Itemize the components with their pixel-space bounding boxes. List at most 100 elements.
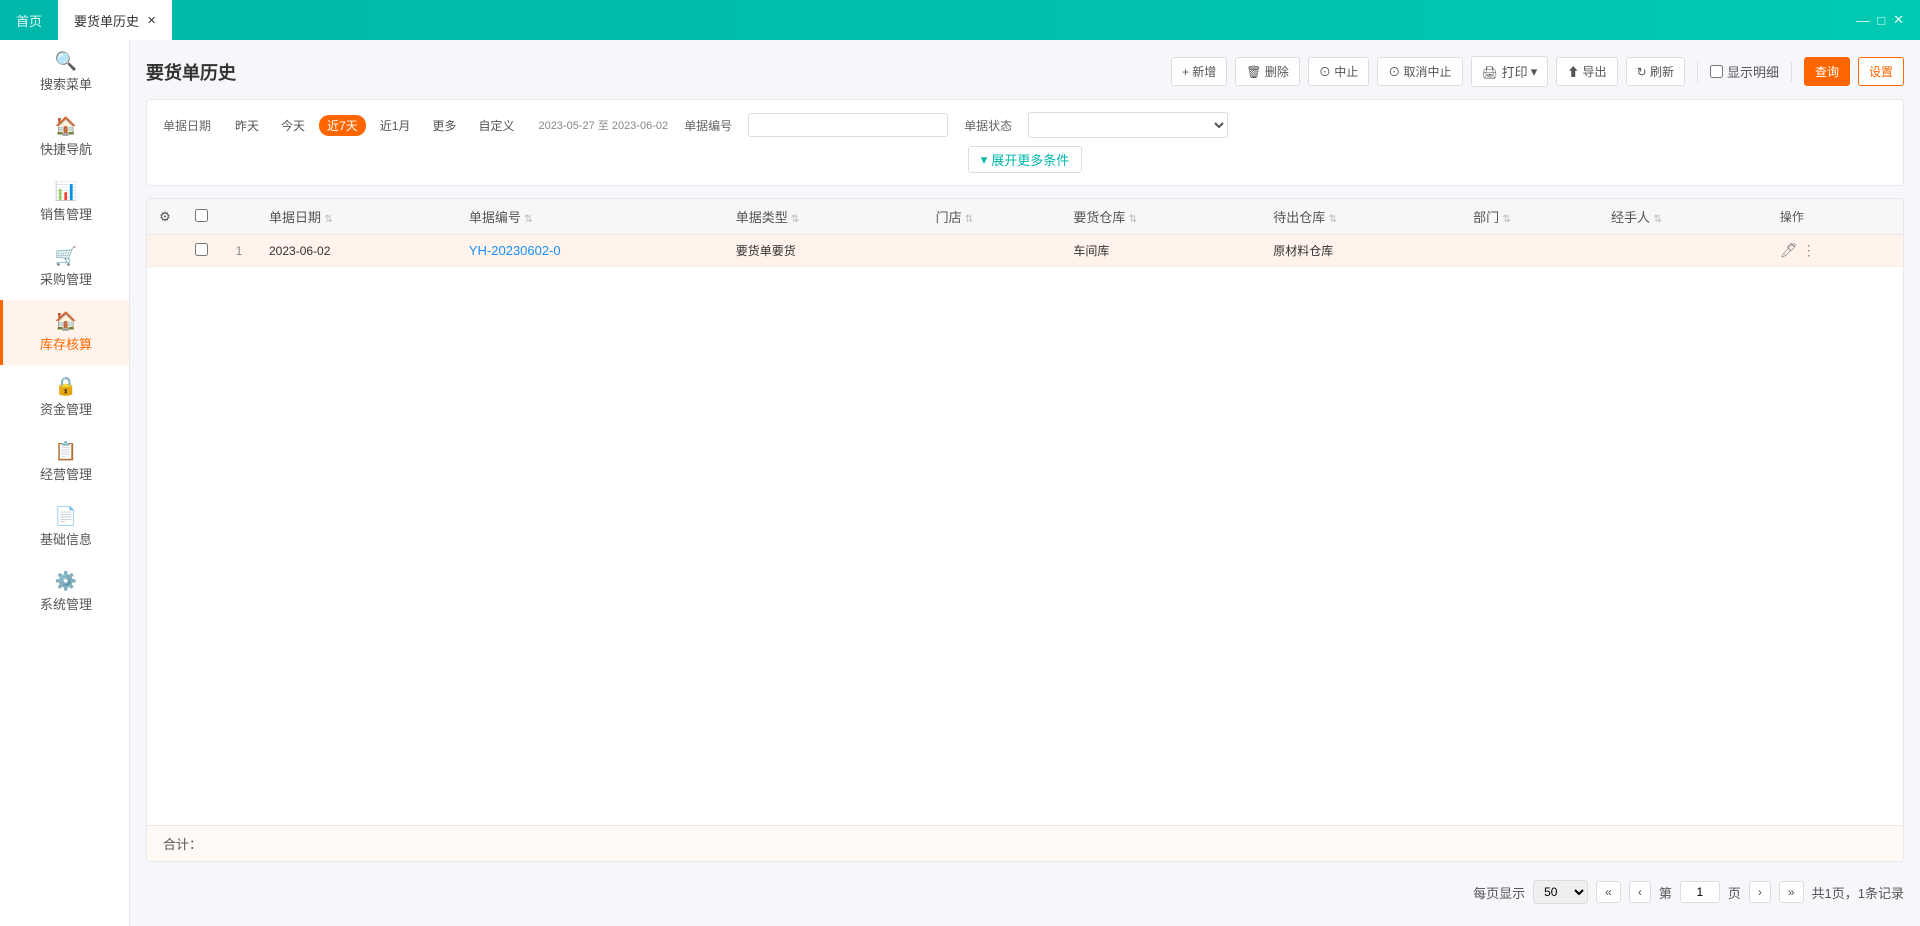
sort-pendwh-icon: ⇅ xyxy=(1329,214,1337,225)
content-area: 要货单历史 + 新增 🗑 删除 ⊙ 中止 ⊙ 取消中止 🖨 打印 ▾ ⬆ 导出 … xyxy=(130,40,1920,926)
first-page-button[interactable]: « xyxy=(1596,881,1621,903)
quick-nav-icon: 🏠 xyxy=(55,117,77,135)
date-btn-more[interactable]: 更多 xyxy=(424,115,464,136)
refresh-button[interactable]: ↻ 刷新 xyxy=(1626,57,1685,86)
page-size-label: 每页显示 xyxy=(1473,883,1525,902)
td-dept xyxy=(1463,235,1601,267)
sort-docno-icon: ⇅ xyxy=(524,214,532,225)
sidebar-item-search-menu[interactable]: 🔍 搜索菜单 xyxy=(0,40,129,105)
doc-status-label: 单据状态 xyxy=(964,117,1012,134)
ops-mgmt-icon: 📋 xyxy=(55,442,77,460)
sort-date-icon: ⇅ xyxy=(324,214,332,225)
td-handler xyxy=(1601,235,1770,267)
sort-handler-icon: ⇅ xyxy=(1653,214,1661,225)
page-size-select[interactable]: 10 20 50 100 xyxy=(1533,880,1588,904)
top-bar: 首页 要货单历史 ✕ — □ ✕ xyxy=(0,0,1920,40)
doc-no-link[interactable]: YH-20230602-0 xyxy=(469,243,561,258)
th-pending-warehouse[interactable]: 待出仓库 ⇅ xyxy=(1263,199,1463,235)
th-req-warehouse[interactable]: 要货仓库 ⇅ xyxy=(1063,199,1263,235)
delete-button[interactable]: 🗑 删除 xyxy=(1235,57,1300,86)
tab-bar: 首页 要货单历史 ✕ xyxy=(0,0,172,40)
sidebar-item-ops-mgmt[interactable]: 📋 经营管理 xyxy=(0,430,129,495)
doc-number-label: 单据编号 xyxy=(684,117,732,134)
th-settings[interactable]: ⚙ xyxy=(147,199,183,235)
page-suffix: 页 xyxy=(1728,883,1741,902)
sidebar-item-base-info[interactable]: 📄 基础信息 xyxy=(0,495,129,560)
expand-filter-button[interactable]: ▾ 展开更多条件 xyxy=(968,146,1083,173)
page-input[interactable] xyxy=(1680,881,1720,903)
print-dropdown-icon: ▾ xyxy=(1531,64,1538,80)
export-button[interactable]: ⬆ 导出 xyxy=(1556,57,1617,86)
finance-mgmt-icon: 🔒 xyxy=(55,377,77,395)
th-ops: 操作 xyxy=(1770,199,1903,235)
cancel-stop-button[interactable]: ⊙ 取消中止 xyxy=(1377,57,1462,86)
show-detail-checkbox-label[interactable]: 显示明细 xyxy=(1710,62,1779,81)
inventory-calc-icon: 🏠 xyxy=(55,312,77,330)
th-dept[interactable]: 部门 ⇅ xyxy=(1463,199,1601,235)
page-label: 第 xyxy=(1659,883,1672,902)
th-doc-no[interactable]: 单据编号 ⇅ xyxy=(459,199,726,235)
sidebar-item-inventory-calc[interactable]: 🏠 库存核算 xyxy=(0,300,129,365)
sort-doctype-icon: ⇅ xyxy=(791,214,799,225)
stop-button[interactable]: ⊙ 中止 xyxy=(1308,57,1369,86)
date-btn-last-month[interactable]: 近1月 xyxy=(372,115,419,136)
date-btn-last7[interactable]: 近7天 xyxy=(319,115,366,136)
date-btn-custom[interactable]: 自定义 xyxy=(470,115,522,136)
date-btn-yesterday[interactable]: 昨天 xyxy=(227,115,267,136)
settings-col-icon: ⚙ xyxy=(159,209,171,224)
row-more-icon[interactable]: ⋮ xyxy=(1802,242,1816,259)
sidebar-item-sys-mgmt[interactable]: ⚙️ 系统管理 xyxy=(0,560,129,625)
sidebar-item-finance-mgmt[interactable]: 🔒 资金管理 xyxy=(0,365,129,430)
add-button[interactable]: + 新增 xyxy=(1171,57,1227,86)
td-ops: 🖊 ⋮ xyxy=(1770,235,1903,267)
sidebar-item-purchase-mgmt[interactable]: 🛒 采购管理 xyxy=(0,235,129,300)
last-page-button[interactable]: » xyxy=(1779,881,1804,903)
tab-home[interactable]: 首页 xyxy=(0,0,58,40)
toolbar-separator-2 xyxy=(1791,62,1792,82)
td-store xyxy=(926,235,1064,267)
td-date: 2023-06-02 xyxy=(259,235,459,267)
doc-number-input[interactable] xyxy=(748,113,948,137)
filter-row-1: 单据日期 昨天 今天 近7天 近1月 更多 自定义 2023-05-27 至 2… xyxy=(163,112,1887,138)
tab-close-icon[interactable]: ✕ xyxy=(147,14,156,27)
th-handler[interactable]: 经手人 ⇅ xyxy=(1601,199,1770,235)
td-req-warehouse: 车间库 xyxy=(1063,235,1263,267)
main-layout: 🔍 搜索菜单 🏠 快捷导航 📊 销售管理 🛒 采购管理 🏠 库存核算 🔒 资金管… xyxy=(0,40,1920,926)
settings-button[interactable]: 设置 xyxy=(1858,57,1904,86)
sort-store-icon: ⇅ xyxy=(965,214,973,225)
print-button[interactable]: 🖨 打印 ▾ xyxy=(1471,56,1549,87)
window-max-icon[interactable]: □ xyxy=(1877,13,1885,28)
td-doc-type: 要货单要货 xyxy=(726,235,926,267)
th-date[interactable]: 单据日期 ⇅ xyxy=(259,199,459,235)
window-close-icon[interactable]: ✕ xyxy=(1893,12,1904,28)
date-btn-today[interactable]: 今天 xyxy=(273,115,313,136)
row-edit-icon[interactable]: 🖊 xyxy=(1780,242,1798,259)
tab-requisition-history[interactable]: 要货单历史 ✕ xyxy=(58,0,172,40)
date-filter-options: 昨天 今天 近7天 近1月 更多 自定义 xyxy=(227,115,522,136)
filter-expand-row: ▾ 展开更多条件 xyxy=(163,146,1887,173)
table-container: ⚙ 单据日期 ⇅ 单据编号 xyxy=(146,198,1904,862)
prev-page-button[interactable]: ‹ xyxy=(1629,881,1651,903)
query-button[interactable]: 查询 xyxy=(1804,57,1850,86)
date-filter-label: 单据日期 xyxy=(163,117,211,134)
next-page-button[interactable]: › xyxy=(1749,881,1771,903)
window-controls: — □ ✕ xyxy=(1856,12,1920,28)
select-all-checkbox[interactable] xyxy=(195,209,208,222)
th-checkbox xyxy=(183,199,219,235)
td-pending-warehouse: 原材料仓库 xyxy=(1263,235,1463,267)
row-checkbox[interactable] xyxy=(195,243,208,256)
sort-dept-icon: ⇅ xyxy=(1503,214,1511,225)
show-detail-checkbox[interactable] xyxy=(1710,65,1723,78)
expand-icon: ▾ xyxy=(981,152,988,168)
th-store[interactable]: 门店 ⇅ xyxy=(926,199,1064,235)
doc-status-select[interactable] xyxy=(1028,112,1228,138)
th-doc-type[interactable]: 单据类型 ⇅ xyxy=(726,199,926,235)
sidebar: 🔍 搜索菜单 🏠 快捷导航 📊 销售管理 🛒 采购管理 🏠 库存核算 🔒 资金管… xyxy=(0,40,130,926)
sales-mgmt-icon: 📊 xyxy=(55,182,77,200)
purchase-mgmt-icon: 🛒 xyxy=(55,247,77,265)
sidebar-item-sales-mgmt[interactable]: 📊 销售管理 xyxy=(0,170,129,235)
window-min-icon[interactable]: — xyxy=(1856,13,1869,28)
sidebar-item-quick-nav[interactable]: 🏠 快捷导航 xyxy=(0,105,129,170)
td-checkbox xyxy=(183,235,219,267)
search-menu-icon: 🔍 xyxy=(55,52,77,70)
